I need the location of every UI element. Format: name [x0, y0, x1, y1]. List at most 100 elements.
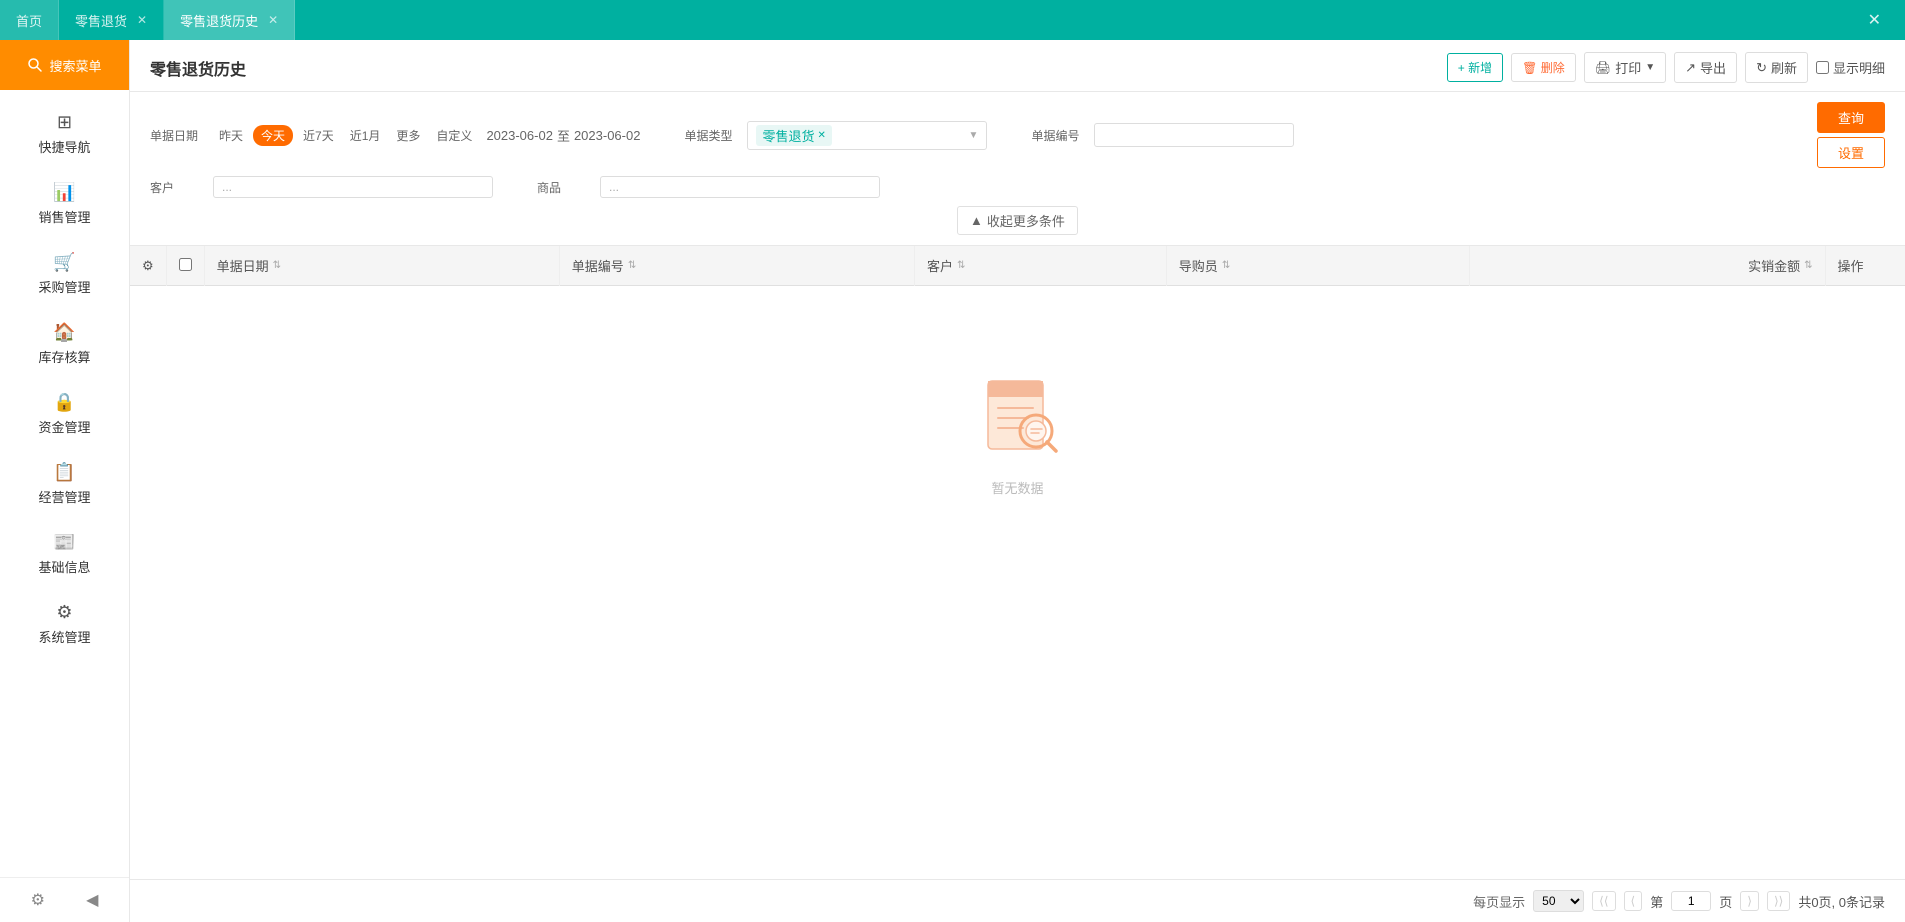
- tab-home[interactable]: 首页: [0, 0, 59, 40]
- settings-button[interactable]: 设置: [1817, 137, 1885, 168]
- page-suffix: 页: [1719, 892, 1732, 911]
- last-page-btn[interactable]: ⟩⟩: [1767, 891, 1790, 911]
- th-customer[interactable]: 客户 ⇅: [914, 246, 1166, 286]
- sidebar-item-label: 采购管理: [38, 277, 90, 296]
- data-table: ⚙ 单据日期 ⇅ 单据编号: [130, 246, 1905, 577]
- customer-select[interactable]: ...: [213, 176, 493, 198]
- empty-state: 暂无数据: [130, 286, 1905, 577]
- top-bar-right: ✕: [1860, 10, 1905, 30]
- th-voucher-no-label: 单据编号: [572, 256, 624, 275]
- page-input[interactable]: 1: [1671, 891, 1711, 911]
- th-check[interactable]: [166, 246, 204, 286]
- sidebar-search-label: 搜索菜单: [49, 56, 101, 75]
- first-page-btn[interactable]: ⟨⟨: [1592, 891, 1615, 911]
- add-button[interactable]: + 新增: [1447, 53, 1503, 82]
- voucher-type-tag-close[interactable]: ✕: [817, 130, 825, 141]
- goods-select[interactable]: ...: [600, 176, 880, 198]
- th-voucher-no[interactable]: 单据编号 ⇅: [559, 246, 914, 286]
- date-more-btn[interactable]: 更多: [390, 125, 426, 146]
- table-body: 暂无数据: [130, 286, 1905, 578]
- select-all-checkbox[interactable]: [179, 258, 192, 271]
- voucher-type-label: 单据类型: [684, 127, 739, 144]
- tab-retail-return-history-close[interactable]: ✕: [268, 13, 278, 27]
- sidebar-collapse-icon[interactable]: ◀: [86, 890, 98, 910]
- sidebar-item-purchase-mgmt[interactable]: 🛒 采购管理: [6, 240, 123, 308]
- quick-nav-icon: ⊞: [57, 112, 72, 133]
- th-guide[interactable]: 导购员 ⇅: [1166, 246, 1470, 286]
- voucher-no-input[interactable]: [1094, 123, 1294, 147]
- search-icon: [27, 57, 43, 73]
- date-7days-btn[interactable]: 近7天: [297, 125, 340, 146]
- sidebar-item-quick-nav[interactable]: ⊞ 快捷导航: [6, 100, 123, 168]
- delete-button[interactable]: 🗑 删除: [1511, 53, 1576, 82]
- customer-label: 客户: [150, 179, 205, 196]
- prev-page-btn[interactable]: ⟨: [1624, 891, 1643, 911]
- export-label: 导出: [1700, 58, 1726, 77]
- export-button[interactable]: ↗ 导出: [1674, 52, 1737, 83]
- refresh-button[interactable]: ↻ 刷新: [1745, 52, 1808, 83]
- finance-icon: 🔒: [53, 392, 75, 413]
- sidebar-item-basic-info[interactable]: 📰 基础信息: [6, 520, 123, 588]
- refresh-label: 刷新: [1771, 58, 1797, 77]
- next-page-btn[interactable]: ⟩: [1740, 891, 1759, 911]
- toolbar-buttons: + 新增 🗑 删除 🖨 打印 ▼ ↗ 导出 ↻ 刷新 显示明细: [1447, 52, 1885, 83]
- empty-text: 暂无数据: [991, 478, 1043, 497]
- export-icon: ↗: [1685, 60, 1696, 76]
- tab-retail-return[interactable]: 零售退货 ✕: [59, 0, 164, 40]
- collapse-label: 收起更多条件: [987, 211, 1065, 230]
- main-layout: 搜索菜单 ⊞ 快捷导航 📊 销售管理 🛒 采购管理 🏠 库存核算 🔒 资金管理: [0, 40, 1905, 922]
- customer-placeholder: ...: [222, 180, 232, 194]
- tab-home-label: 首页: [16, 11, 42, 30]
- sidebar-search-btn[interactable]: 搜索菜单: [0, 40, 129, 90]
- tab-retail-return-close[interactable]: ✕: [137, 13, 147, 27]
- display-detail-checkbox[interactable]: [1816, 61, 1829, 74]
- sidebar-items: ⊞ 快捷导航 📊 销售管理 🛒 采购管理 🏠 库存核算 🔒 资金管理 📋: [0, 90, 129, 877]
- display-detail-checkbox-label[interactable]: 显示明细: [1816, 58, 1885, 77]
- pagination-bar: 每页显示 20 50 100 ⟨⟨ ⟨ 第 1 页 ⟩ ⟩⟩ 共0页, 0条记录: [130, 879, 1905, 922]
- settings-icon: ⚙: [142, 258, 154, 273]
- table-area: ⚙ 单据日期 ⇅ 单据编号: [130, 246, 1905, 879]
- date-1month-btn[interactable]: 近1月: [344, 125, 387, 146]
- sidebar-item-operations[interactable]: 📋 经营管理: [6, 450, 123, 518]
- th-operation: 操作: [1825, 246, 1905, 286]
- date-quick-group: 昨天 今天 近7天 近1月 更多 自定义: [213, 125, 478, 146]
- date-filter-label: 单据日期: [150, 127, 205, 144]
- guide-sort-icon: ⇅: [1222, 260, 1230, 271]
- th-customer-label: 客户: [927, 256, 953, 275]
- table-header-row: ⚙ 单据日期 ⇅ 单据编号: [130, 246, 1905, 286]
- tab-retail-return-history[interactable]: 零售退货历史 ✕: [164, 0, 295, 40]
- sidebar-item-label: 系统管理: [38, 627, 90, 646]
- sidebar-settings-icon[interactable]: ⚙: [31, 890, 45, 910]
- sidebar-item-finance[interactable]: 🔒 资金管理: [6, 380, 123, 448]
- sidebar-item-label: 资金管理: [38, 417, 90, 436]
- voucher-type-select[interactable]: 零售退货 ✕ ▼: [747, 121, 987, 150]
- filter-row-1: 单据日期 昨天 今天 近7天 近1月 更多 自定义 2023-06-02 至 2…: [150, 102, 1885, 168]
- date-sort-icon: ⇅: [273, 260, 281, 271]
- per-page-select[interactable]: 20 50 100: [1533, 890, 1584, 912]
- filter-customer: 客户 ...: [150, 176, 493, 198]
- filter-actions: 查询 设置: [1817, 102, 1885, 168]
- sidebar-item-system-mgmt[interactable]: ⚙ 系统管理: [6, 590, 123, 658]
- print-button[interactable]: 🖨 打印 ▼: [1584, 52, 1666, 83]
- sidebar-item-inventory[interactable]: 🏠 库存核算: [6, 310, 123, 378]
- query-button[interactable]: 查询: [1817, 102, 1885, 133]
- date-range-end: 2023-06-02: [574, 128, 641, 143]
- window-close-btn[interactable]: ✕: [1860, 10, 1889, 30]
- date-custom-btn[interactable]: 自定义: [430, 125, 478, 146]
- date-yesterday-btn[interactable]: 昨天: [213, 125, 249, 146]
- th-date[interactable]: 单据日期 ⇅: [204, 246, 559, 286]
- print-arrow: ▼: [1645, 62, 1655, 73]
- date-range-sep: 至: [557, 126, 570, 145]
- filter-area: 单据日期 昨天 今天 近7天 近1月 更多 自定义 2023-06-02 至 2…: [130, 92, 1905, 246]
- sidebar: 搜索菜单 ⊞ 快捷导航 📊 销售管理 🛒 采购管理 🏠 库存核算 🔒 资金管理: [0, 40, 130, 922]
- display-detail-label: 显示明细: [1833, 58, 1885, 77]
- th-settings[interactable]: ⚙: [130, 246, 166, 286]
- filter-collapse-row: ▲ 收起更多条件: [150, 206, 1885, 235]
- collapse-btn[interactable]: ▲ 收起更多条件: [957, 206, 1078, 235]
- purchase-icon: 🛒: [53, 252, 75, 273]
- empty-row: 暂无数据: [130, 286, 1905, 578]
- th-amount[interactable]: 实销金额 ⇅: [1470, 246, 1825, 286]
- sidebar-item-sales-mgmt[interactable]: 📊 销售管理: [6, 170, 123, 238]
- date-today-btn[interactable]: 今天: [253, 125, 293, 146]
- sales-icon: 📊: [53, 182, 75, 203]
